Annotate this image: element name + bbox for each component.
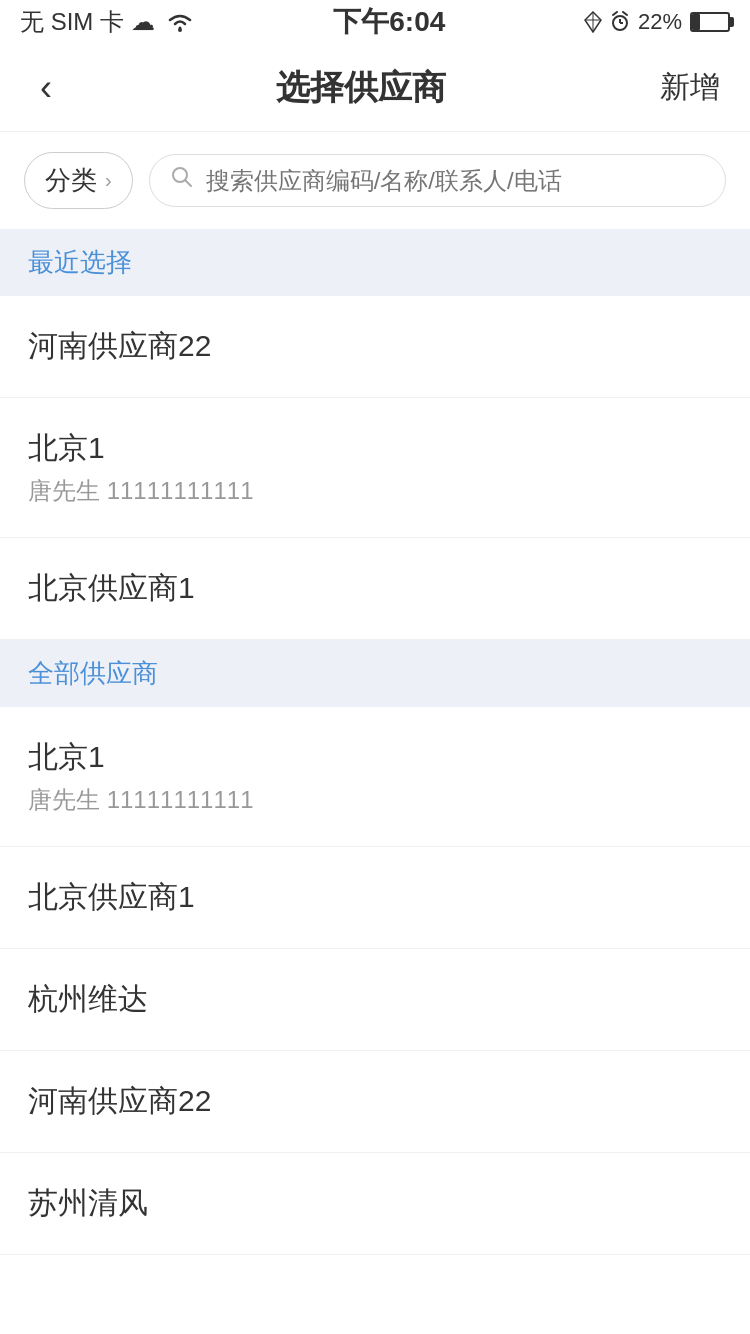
status-time: 下午6:04	[333, 3, 445, 41]
nav-bar: ‹ 选择供应商 新增	[0, 44, 750, 132]
search-box[interactable]	[149, 154, 726, 207]
wifi-icon	[165, 11, 195, 33]
alarm-icon	[610, 11, 630, 33]
page-title: 选择供应商	[276, 65, 446, 111]
item-name: 北京1	[28, 428, 722, 469]
category-label: 分类	[45, 163, 97, 198]
search-icon	[170, 165, 194, 196]
item-name: 北京供应商1	[28, 568, 722, 609]
item-sub: 唐先生 11111111111	[28, 475, 722, 507]
item-name: 苏州清风	[28, 1183, 722, 1224]
all-list: 北京1 唐先生 11111111111 北京供应商1 杭州维达 河南供应商22 …	[0, 707, 750, 1255]
list-item[interactable]: 北京供应商1	[0, 538, 750, 640]
list-item[interactable]: 北京供应商1	[0, 847, 750, 949]
all-section-label: 全部供应商	[28, 658, 158, 688]
all-section-header: 全部供应商	[0, 640, 750, 707]
svg-line-7	[623, 12, 627, 15]
list-item[interactable]: 杭州维达	[0, 949, 750, 1051]
list-item[interactable]: 河南供应商22	[0, 1051, 750, 1153]
svg-point-0	[178, 28, 182, 32]
list-item[interactable]: 河南供应商22	[0, 296, 750, 398]
item-name: 河南供应商22	[28, 326, 722, 367]
list-item[interactable]: 北京1 唐先生 11111111111	[0, 398, 750, 538]
status-right: 22%	[584, 9, 730, 35]
no-sim-text: 无 SIM 卡 ☁	[20, 6, 155, 38]
svg-line-6	[613, 12, 617, 15]
item-name: 北京1	[28, 737, 722, 778]
location-icon	[584, 11, 602, 33]
status-left: 无 SIM 卡 ☁	[20, 6, 195, 38]
recent-section-label: 最近选择	[28, 247, 132, 277]
recent-section-header: 最近选择	[0, 229, 750, 296]
svg-line-9	[185, 181, 191, 187]
category-button[interactable]: 分类 ›	[24, 152, 133, 209]
battery-percent: 22%	[638, 9, 682, 35]
back-button[interactable]: ‹	[30, 57, 62, 119]
filter-bar: 分类 ›	[0, 132, 750, 229]
search-input[interactable]	[206, 167, 705, 195]
battery-icon	[690, 12, 730, 32]
list-item[interactable]: 苏州清风	[0, 1153, 750, 1255]
item-name: 北京供应商1	[28, 877, 722, 918]
item-sub: 唐先生 11111111111	[28, 784, 722, 816]
chevron-right-icon: ›	[105, 169, 112, 192]
list-item[interactable]: 北京1 唐先生 11111111111	[0, 707, 750, 847]
item-name: 河南供应商22	[28, 1081, 722, 1122]
status-bar: 无 SIM 卡 ☁ 下午6:04 22%	[0, 0, 750, 44]
add-button[interactable]: 新增	[660, 67, 720, 108]
item-name: 杭州维达	[28, 979, 722, 1020]
recent-list: 河南供应商22 北京1 唐先生 11111111111 北京供应商1	[0, 296, 750, 640]
